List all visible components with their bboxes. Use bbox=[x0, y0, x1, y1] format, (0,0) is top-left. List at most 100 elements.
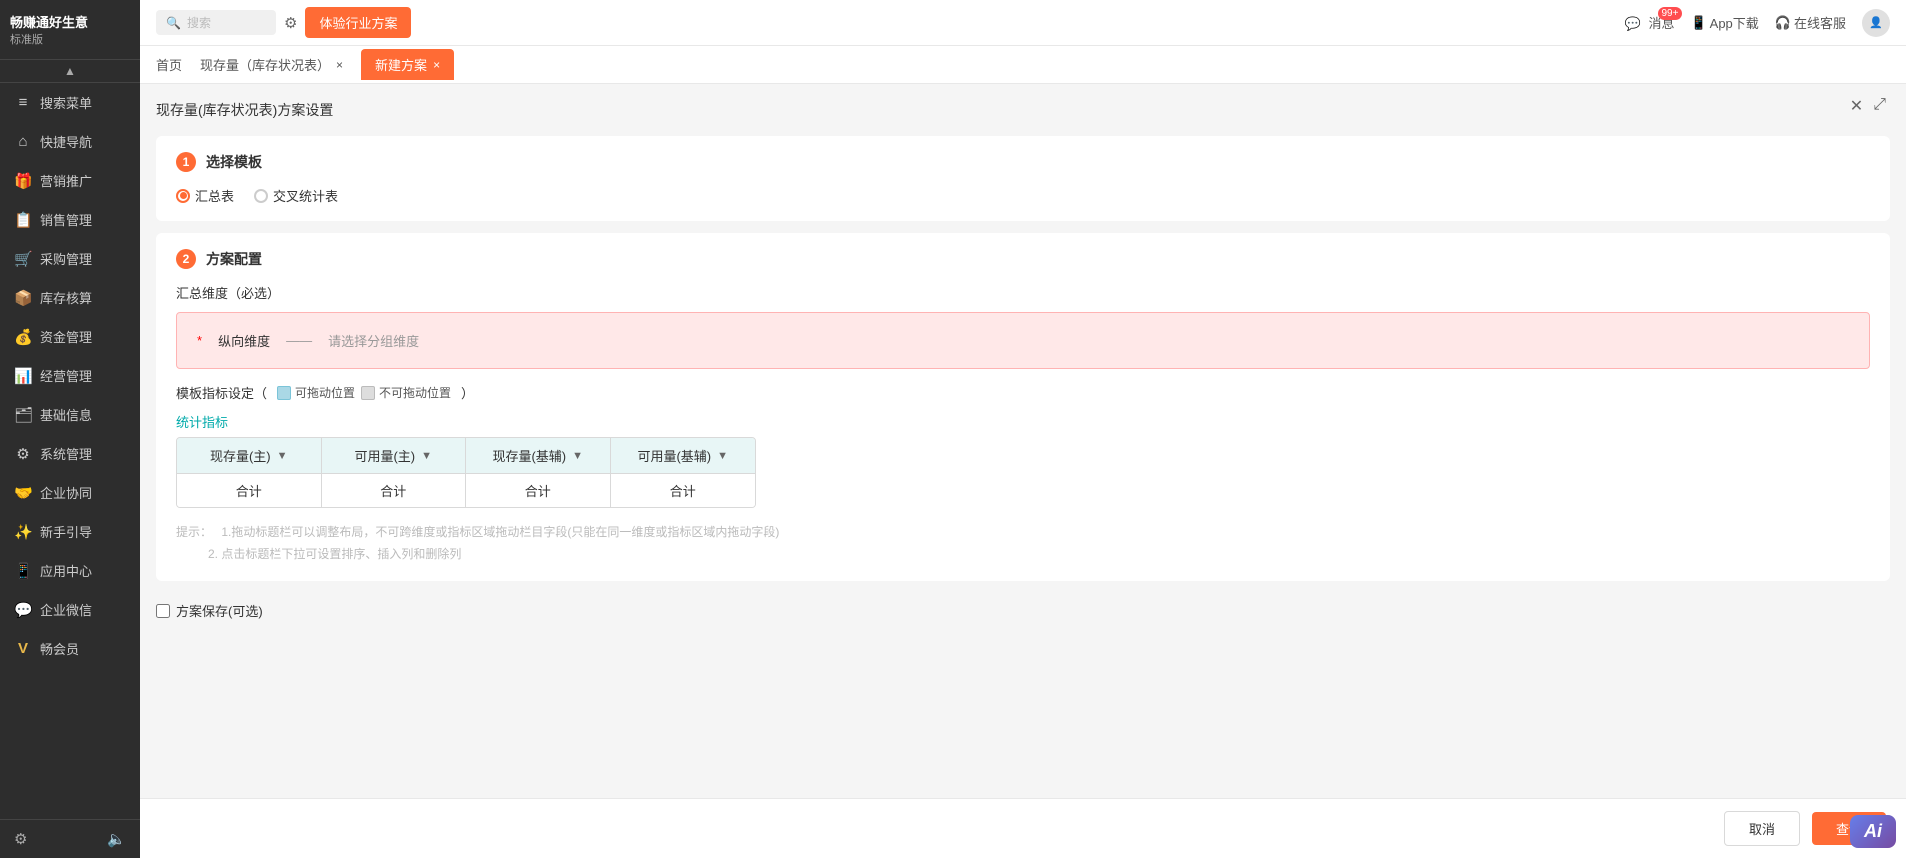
dimension-label-text: 纵向维度 bbox=[218, 331, 270, 350]
dimension-section-text: 汇总维度（必选） bbox=[176, 286, 280, 301]
dimension-section-label: 汇总维度（必选） bbox=[176, 283, 1870, 302]
tip-line-2: 2. 点击标题栏下拉可设置排序、插入列和删除列 bbox=[176, 544, 1870, 566]
stat-col-cell-1: 合计 bbox=[322, 474, 467, 507]
stat-col-header-3[interactable]: 可用量(基辅) ▼ bbox=[611, 438, 756, 473]
col-header-label-1: 可用量(主) bbox=[354, 446, 415, 465]
sidebar-item-wechat[interactable]: 💬 企业微信 bbox=[0, 590, 140, 629]
expand-icon[interactable]: ⤢ bbox=[1873, 96, 1886, 116]
indicator-settings: 模板指标设定（ 可拖动位置 不可拖动位置 ） bbox=[176, 383, 1870, 402]
indicator-label-row: 模板指标设定（ 可拖动位置 不可拖动位置 ） bbox=[176, 383, 1870, 402]
tab-new-plan[interactable]: 新建方案 × bbox=[361, 49, 454, 80]
chevron-down-icon-2[interactable]: ▼ bbox=[572, 450, 583, 462]
app-download-label: App下载 bbox=[1710, 13, 1759, 32]
save-checkbox[interactable] bbox=[156, 604, 170, 618]
sidebar-item-label: 应用中心 bbox=[40, 561, 92, 580]
sidebar-item-basic-info[interactable]: 🗂 基础信息 bbox=[0, 395, 140, 434]
sidebar-item-label: 营销推广 bbox=[40, 171, 92, 190]
app-icon: 📱 bbox=[14, 562, 32, 580]
cell-label-3: 合计 bbox=[670, 481, 696, 500]
step2-title: 方案配置 bbox=[206, 249, 262, 269]
tab-inventory-label: 现存量（库存状况表） bbox=[200, 55, 330, 74]
tab-inventory[interactable]: 现存量（库存状况表） × bbox=[186, 49, 357, 80]
radio-jiaocha[interactable]: 交叉统计表 bbox=[254, 186, 338, 205]
stat-col-header-2[interactable]: 现存量(基辅) ▼ bbox=[466, 438, 611, 473]
tab-inventory-close[interactable]: × bbox=[336, 58, 343, 72]
sidebar-scroll-up[interactable]: ▲ bbox=[0, 60, 140, 83]
cancel-button[interactable]: 取消 bbox=[1724, 811, 1800, 846]
sidebar-item-new-guide[interactable]: ✨ 新手引导 bbox=[0, 512, 140, 551]
settings-icon[interactable]: ⚙ bbox=[14, 830, 27, 848]
stat-table: 现存量(主) ▼ 可用量(主) ▼ 现存量(基辅) ▼ 可用量(基辅) bbox=[176, 437, 756, 508]
search-menu-icon: ≡ bbox=[14, 94, 32, 111]
dimension-placeholder: 请选择分组维度 bbox=[328, 331, 419, 350]
app-download-link[interactable]: 📱 App下载 bbox=[1690, 13, 1758, 32]
sidebar-item-ops[interactable]: 📊 经营管理 bbox=[0, 356, 140, 395]
radio-huizong[interactable]: 汇总表 bbox=[176, 186, 234, 205]
indicator-label-text: 模板指标设定（ bbox=[176, 383, 267, 402]
indicator-toggle: 可拖动位置 不可拖动位置 bbox=[277, 384, 451, 401]
tips-section: 提示： 1.拖动标题栏可以调整布局，不可跨维度或指标区域拖动栏目字段(只能在同一… bbox=[176, 522, 1870, 565]
dimension-required: * bbox=[197, 333, 202, 348]
purchase-icon: 🛒 bbox=[14, 250, 32, 268]
topbar-search[interactable]: 🔍 搜索 bbox=[156, 10, 276, 35]
col-header-label-0: 现存量(主) bbox=[210, 446, 271, 465]
topbar-right: 💬 99+ 消息 📱 App下载 🎧 在线客服 👤 bbox=[1625, 9, 1890, 37]
sidebar-item-enterprise[interactable]: 🤝 企业协同 bbox=[0, 473, 140, 512]
tab-home[interactable]: 首页 bbox=[156, 55, 182, 74]
stat-col-cell-0: 合计 bbox=[177, 474, 322, 507]
sidebar-item-inventory[interactable]: 📦 库存核算 bbox=[0, 278, 140, 317]
chevron-down-icon-1[interactable]: ▼ bbox=[421, 450, 432, 462]
tip-text-1: 1.拖动标题栏可以调整布局，不可跨维度或指标区域拖动栏目字段(只能在同一维度或指… bbox=[221, 525, 779, 539]
sidebar-item-label: 快捷导航 bbox=[40, 132, 92, 151]
online-service-link[interactable]: 🎧 在线客服 bbox=[1775, 13, 1846, 32]
movable-box bbox=[277, 386, 291, 400]
stat-col-header-1[interactable]: 可用量(主) ▼ bbox=[322, 438, 467, 473]
tab-new-plan-close[interactable]: × bbox=[433, 58, 440, 72]
step1-title: 选择模板 bbox=[206, 152, 262, 172]
msg-badge: 99+ bbox=[1658, 7, 1683, 20]
immovable-box bbox=[361, 386, 375, 400]
sidebar-footer: ⚙ 🔈 bbox=[0, 819, 140, 858]
sidebar-item-sys-mgmt[interactable]: ⚙ 系统管理 bbox=[0, 434, 140, 473]
gift-icon: 🎁 bbox=[14, 172, 32, 190]
footer: 取消 查询 bbox=[140, 798, 1906, 858]
avatar[interactable]: 👤 bbox=[1862, 9, 1890, 37]
toggle-immovable: 不可拖动位置 bbox=[361, 384, 451, 401]
topbar: 🔍 搜索 ⚙ 体验行业方案 💬 99+ 消息 📱 App下载 🎧 在线客服 👤 bbox=[140, 0, 1906, 46]
radio-dot-huizong bbox=[176, 189, 190, 203]
chevron-down-icon-3[interactable]: ▼ bbox=[717, 450, 728, 462]
sidebar-item-app-center[interactable]: 📱 应用中心 bbox=[0, 551, 140, 590]
topbar-gear-icon[interactable]: ⚙ bbox=[284, 14, 297, 32]
close-content-icon[interactable]: ✕ bbox=[1850, 96, 1863, 116]
stat-col-cell-3: 合计 bbox=[611, 474, 756, 507]
tip-text-2: 2. 点击标题栏下拉可设置排序、插入列和删除列 bbox=[208, 547, 461, 561]
sidebar-item-purchase[interactable]: 🛒 采购管理 bbox=[0, 239, 140, 278]
dimension-box[interactable]: * 纵向维度 —— 请选择分组维度 bbox=[176, 312, 1870, 369]
online-service-label: 在线客服 bbox=[1794, 13, 1846, 32]
chat-icon: 💬 bbox=[1625, 16, 1641, 31]
sidebar-item-vip[interactable]: V 畅会员 bbox=[0, 629, 140, 668]
sidebar-item-search-menu[interactable]: ≡ 搜索菜单 bbox=[0, 83, 140, 122]
sidebar-item-marketing[interactable]: 🎁 营销推广 bbox=[0, 161, 140, 200]
headset-icon: 🎧 bbox=[1775, 15, 1791, 31]
ai-badge[interactable]: Ai bbox=[1850, 815, 1896, 848]
page-title: 现存量(库存状况表)方案设置 bbox=[156, 100, 1890, 120]
sidebar-item-sales[interactable]: 📋 销售管理 bbox=[0, 200, 140, 239]
stat-table-section: 统计指标 现存量(主) ▼ 可用量(主) ▼ 现存量(基辅) bbox=[176, 412, 1870, 508]
sidebar-item-label: 企业协同 bbox=[40, 483, 92, 502]
audio-icon[interactable]: 🔈 bbox=[107, 830, 126, 848]
message-icon[interactable]: 💬 99+ 消息 bbox=[1625, 13, 1675, 32]
cell-label-1: 合计 bbox=[380, 481, 406, 500]
step2-card: 2 方案配置 汇总维度（必选） * 纵向维度 —— 请选择分组维度 模板指标设定… bbox=[156, 233, 1890, 581]
scroll-up-icon[interactable]: ▲ bbox=[64, 64, 76, 78]
stat-col-header-0[interactable]: 现存量(主) ▼ bbox=[177, 438, 322, 473]
step1-card: 1 选择模板 汇总表 交叉统计表 bbox=[156, 136, 1890, 221]
sidebar-item-shortcut-nav[interactable]: ⌂ 快捷导航 bbox=[0, 122, 140, 161]
ops-icon: 📊 bbox=[14, 367, 32, 385]
trial-btn[interactable]: 体验行业方案 bbox=[305, 7, 411, 38]
chevron-down-icon-0[interactable]: ▼ bbox=[277, 450, 288, 462]
content-toolbar: ✕ ⤢ bbox=[1850, 96, 1886, 116]
col-header-label-2: 现存量(基辅) bbox=[492, 446, 566, 465]
cell-label-0: 合计 bbox=[236, 481, 262, 500]
sidebar-item-finance[interactable]: 💰 资金管理 bbox=[0, 317, 140, 356]
